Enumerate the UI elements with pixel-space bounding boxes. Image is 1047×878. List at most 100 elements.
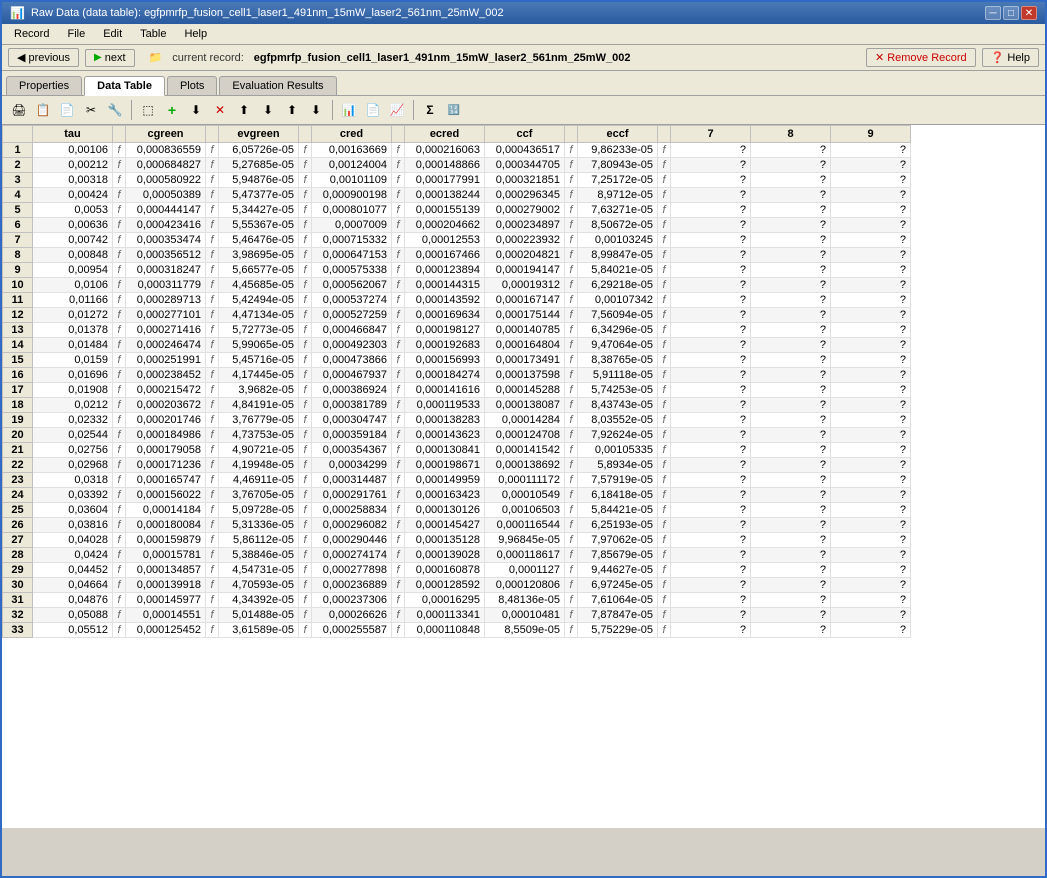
table-row[interactable]: 210,02756f0,000179058f4,90721e-05f0,0003…: [3, 443, 911, 458]
cell-ccf[interactable]: 0,000120806: [485, 578, 565, 593]
cell-9[interactable]: ?: [831, 443, 911, 458]
cell-ccf[interactable]: 0,000141542: [485, 443, 565, 458]
cell-evgreen[interactable]: 5,27685e-05: [219, 158, 299, 173]
cell-evgreen[interactable]: 5,01488e-05: [219, 608, 299, 623]
cell-8[interactable]: ?: [751, 623, 831, 638]
cell-cgreen[interactable]: 0,000356512: [126, 248, 206, 263]
cell-cgreen[interactable]: 0,000311779: [126, 278, 206, 293]
cell-tau[interactable]: 0,02968: [33, 458, 113, 473]
cell-ccf[interactable]: 0,000138087: [485, 398, 565, 413]
cell-ecred[interactable]: 0,000119533: [405, 398, 485, 413]
table-row[interactable]: 160,01696f0,000238452f4,17445e-05f0,0004…: [3, 368, 911, 383]
cell-eccf[interactable]: 5,84421e-05: [578, 503, 658, 518]
table-row[interactable]: 10,00106f0,000836559f6,05726e-05f0,00163…: [3, 143, 911, 158]
cell-evgreen[interactable]: 5,99065e-05: [219, 338, 299, 353]
cell-ecred[interactable]: 0,000123894: [405, 263, 485, 278]
cell-ccf[interactable]: 0,000223932: [485, 233, 565, 248]
cell-7[interactable]: ?: [671, 143, 751, 158]
cell-ecred[interactable]: 0,000163423: [405, 488, 485, 503]
cell-tau[interactable]: 0,04664: [33, 578, 113, 593]
cell-7[interactable]: ?: [671, 293, 751, 308]
cell-ecred[interactable]: 0,000149959: [405, 473, 485, 488]
cell-ccf[interactable]: 0,000116544: [485, 518, 565, 533]
table-row[interactable]: 300,04664f0,000139918f4,70593e-05f0,0002…: [3, 578, 911, 593]
cell-evgreen[interactable]: 5,45716e-05: [219, 353, 299, 368]
table-row[interactable]: 180,0212f0,000203672f4,84191e-05f0,00038…: [3, 398, 911, 413]
tab-evaluation-results[interactable]: Evaluation Results: [219, 76, 336, 95]
cell-ccf[interactable]: 0,000204821: [485, 248, 565, 263]
cell-7[interactable]: ?: [671, 413, 751, 428]
cell-tau[interactable]: 0,0424: [33, 548, 113, 563]
cell-cred[interactable]: 0,000801077: [312, 203, 392, 218]
cell-eccf[interactable]: 6,97245e-05: [578, 578, 658, 593]
cell-eccf[interactable]: 0,00107342: [578, 293, 658, 308]
cell-7[interactable]: ?: [671, 488, 751, 503]
table-row[interactable]: 150,0159f0,000251991f5,45716e-05f0,00047…: [3, 353, 911, 368]
cell-evgreen[interactable]: 5,72773e-05: [219, 323, 299, 338]
cell-tau[interactable]: 0,03392: [33, 488, 113, 503]
cell-9[interactable]: ?: [831, 218, 911, 233]
cell-evgreen[interactable]: 3,98695e-05: [219, 248, 299, 263]
cell-8[interactable]: ?: [751, 323, 831, 338]
cell-9[interactable]: ?: [831, 353, 911, 368]
cell-7[interactable]: ?: [671, 593, 751, 608]
cell-ccf[interactable]: 0,000124708: [485, 428, 565, 443]
cell-9[interactable]: ?: [831, 233, 911, 248]
cell-ccf[interactable]: 0,000234897: [485, 218, 565, 233]
cell-8[interactable]: ?: [751, 608, 831, 623]
cell-cred[interactable]: 0,000647153: [312, 248, 392, 263]
tab-properties[interactable]: Properties: [6, 76, 82, 95]
cell-7[interactable]: ?: [671, 398, 751, 413]
cell-eccf[interactable]: 7,87847e-05: [578, 608, 658, 623]
table-row[interactable]: 50,0053f0,000444147f5,34427e-05f0,000801…: [3, 203, 911, 218]
cell-cgreen[interactable]: 0,000277101: [126, 308, 206, 323]
cell-8[interactable]: ?: [751, 143, 831, 158]
cell-8[interactable]: ?: [751, 473, 831, 488]
cell-8[interactable]: ?: [751, 563, 831, 578]
table-row[interactable]: 200,02544f0,000184986f4,73753e-05f0,0003…: [3, 428, 911, 443]
cell-evgreen[interactable]: 5,47377e-05: [219, 188, 299, 203]
table-row[interactable]: 310,04876f0,000145977f4,34392e-05f0,0002…: [3, 593, 911, 608]
cell-tau[interactable]: 0,02544: [33, 428, 113, 443]
cell-8[interactable]: ?: [751, 593, 831, 608]
cell-8[interactable]: ?: [751, 188, 831, 203]
cell-evgreen[interactable]: 3,61589e-05: [219, 623, 299, 638]
cell-tau[interactable]: 0,0159: [33, 353, 113, 368]
cell-evgreen[interactable]: 4,46911e-05: [219, 473, 299, 488]
cell-8[interactable]: ?: [751, 218, 831, 233]
col-up-icon[interactable]: ⬆: [281, 99, 303, 121]
cell-7[interactable]: ?: [671, 323, 751, 338]
cell-cgreen[interactable]: 0,000184986: [126, 428, 206, 443]
cell-7[interactable]: ?: [671, 473, 751, 488]
cell-9[interactable]: ?: [831, 278, 911, 293]
cell-9[interactable]: ?: [831, 398, 911, 413]
cell-cred[interactable]: 0,000575338: [312, 263, 392, 278]
cell-ecred[interactable]: 0,000167466: [405, 248, 485, 263]
cell-7[interactable]: ?: [671, 458, 751, 473]
cell-ccf[interactable]: 0,000344705: [485, 158, 565, 173]
cell-cred[interactable]: 0,000715332: [312, 233, 392, 248]
cell-ecred[interactable]: 0,000141616: [405, 383, 485, 398]
cell-7[interactable]: ?: [671, 233, 751, 248]
cell-tau[interactable]: 0,04028: [33, 533, 113, 548]
cell-8[interactable]: ?: [751, 533, 831, 548]
cell-evgreen[interactable]: 5,31336e-05: [219, 518, 299, 533]
cell-eccf[interactable]: 0,00105335: [578, 443, 658, 458]
cell-cred[interactable]: 0,000381789: [312, 398, 392, 413]
cell-cred[interactable]: 0,000237306: [312, 593, 392, 608]
cell-8[interactable]: ?: [751, 278, 831, 293]
menu-record[interactable]: Record: [6, 26, 57, 42]
cell-evgreen[interactable]: 4,54731e-05: [219, 563, 299, 578]
cell-ccf[interactable]: 0,000173491: [485, 353, 565, 368]
cell-ecred[interactable]: 0,000155139: [405, 203, 485, 218]
tab-data-table[interactable]: Data Table: [84, 76, 165, 96]
table-row[interactable]: 100,0106f0,000311779f4,45685e-05f0,00056…: [3, 278, 911, 293]
cell-tau[interactable]: 0,01484: [33, 338, 113, 353]
cell-cgreen[interactable]: 0,000165747: [126, 473, 206, 488]
cell-cgreen[interactable]: 0,00014551: [126, 608, 206, 623]
cell-cred[interactable]: 0,0007009: [312, 218, 392, 233]
cell-eccf[interactable]: 8,99847e-05: [578, 248, 658, 263]
cell-ccf[interactable]: 0,000296345: [485, 188, 565, 203]
cell-eccf[interactable]: 8,50672e-05: [578, 218, 658, 233]
cell-cred[interactable]: 0,000359184: [312, 428, 392, 443]
